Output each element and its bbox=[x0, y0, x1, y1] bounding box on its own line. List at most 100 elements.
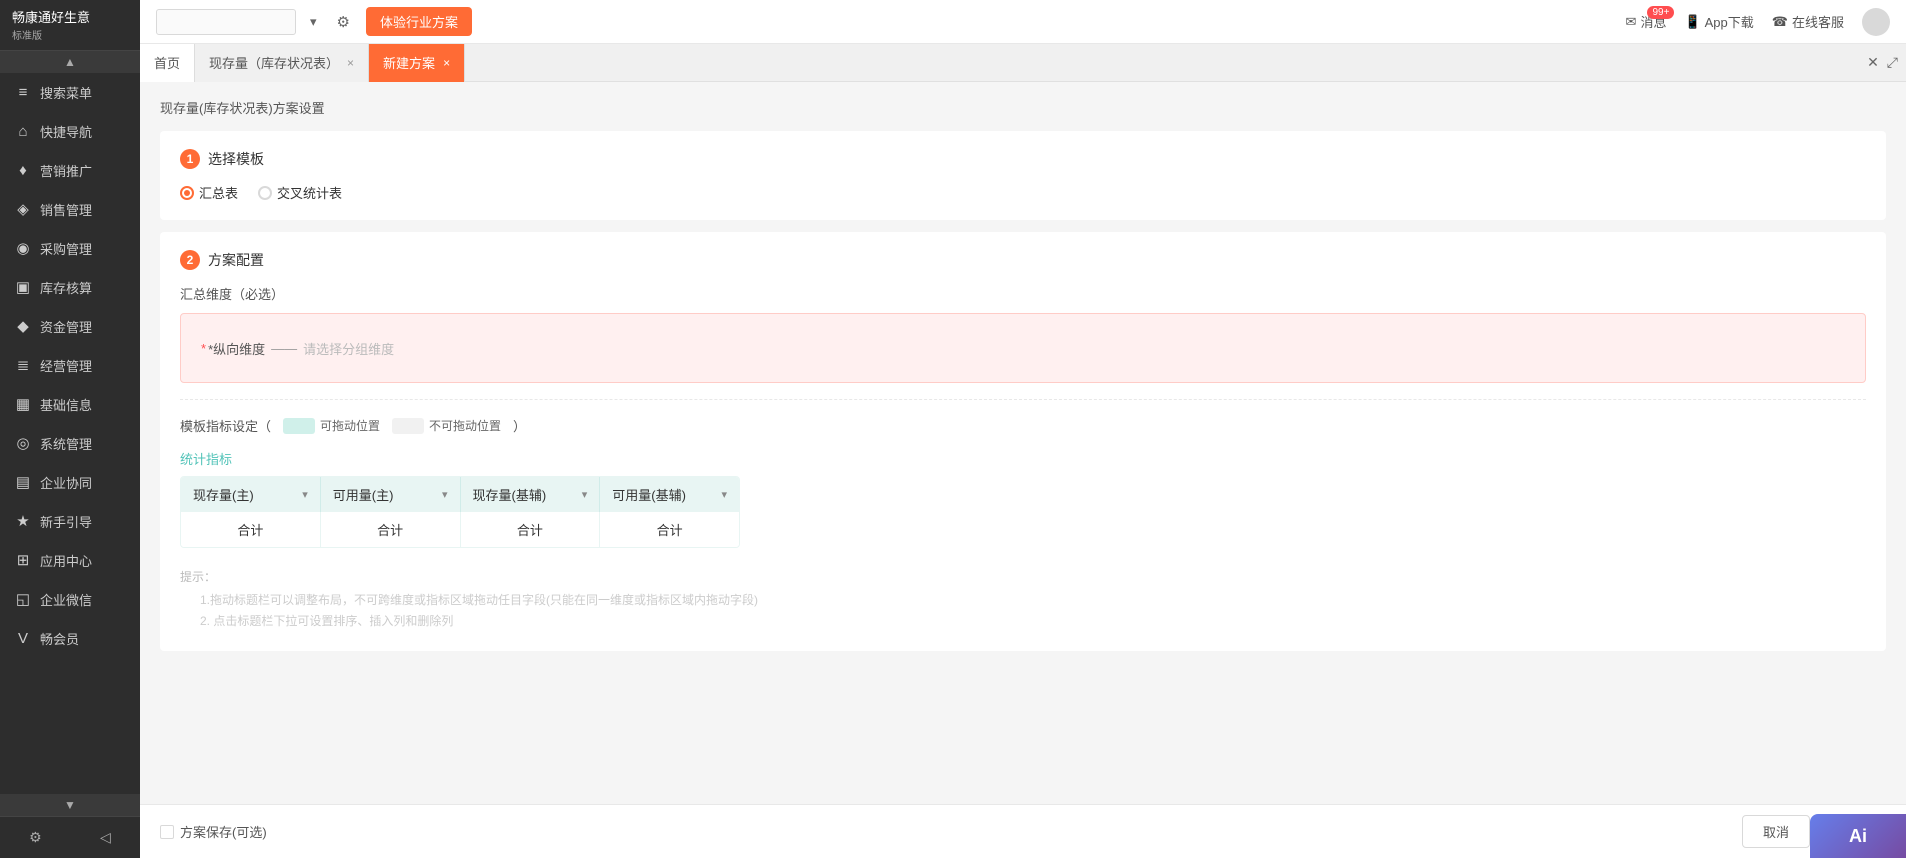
message-icon: ✉ bbox=[1626, 14, 1637, 30]
summary-dim-label: 汇总维度（必选） bbox=[180, 284, 1866, 303]
sidebar-label-corp: 企业协同 bbox=[40, 473, 92, 492]
sidebar-label-quicknav: 快捷导航 bbox=[40, 122, 92, 141]
save-checkbox-box[interactable] bbox=[160, 825, 174, 839]
draggable-box bbox=[283, 418, 315, 434]
vertical-dim-box[interactable]: * *纵向维度 —— 请选择分组维度 bbox=[180, 313, 1866, 383]
sidebar-item-system[interactable]: ◎ 系统管理 bbox=[0, 424, 140, 463]
tab-close-all-icon[interactable]: ✕ bbox=[1867, 54, 1879, 71]
ai-float-button[interactable]: Ai bbox=[1810, 814, 1906, 858]
topbar-online-service[interactable]: ☎ 在线客服 bbox=[1772, 12, 1844, 31]
col-available-aux-chevron[interactable]: ▾ bbox=[721, 488, 727, 501]
draggable-badge: 可拖动位置 bbox=[283, 417, 380, 434]
save-plan-checkbox[interactable]: 方案保存(可选) bbox=[160, 822, 267, 841]
sidebar: 畅康通好生意 标准版 ▲ ≡ 搜索菜单 ⌂ 快捷导航 ♦ 营销推广 ◈ 销售管理… bbox=[0, 0, 140, 858]
sidebar-item-purchase[interactable]: ◉ 采购管理 bbox=[0, 229, 140, 268]
sidebar-scroll-down[interactable]: ▼ bbox=[0, 794, 140, 816]
corp-icon: ▤ bbox=[14, 473, 32, 491]
app-download-icon: 📱 bbox=[1684, 14, 1700, 30]
col-current-aux[interactable]: 现存量(基辅) ▾ bbox=[461, 477, 601, 512]
required-star: * bbox=[201, 341, 206, 356]
tips-text-2: 2. 点击标题栏下拉可设置排序、插入列和删除列 bbox=[200, 612, 453, 629]
cell-current-main: 合计 bbox=[181, 512, 321, 547]
sales-icon: ◈ bbox=[14, 200, 32, 218]
tab-expand-icon[interactable]: ⤢ bbox=[1887, 54, 1898, 71]
col-available-main[interactable]: 可用量(主) ▾ bbox=[321, 477, 461, 512]
wechat-icon: ◱ bbox=[14, 590, 32, 608]
sidebar-label-wechat: 企业微信 bbox=[40, 590, 92, 609]
tabs-bar: 首页 现存量（库存状况表） × 新建方案 × ✕ ⤢ bbox=[140, 44, 1906, 82]
tab-inventory-close-icon[interactable]: × bbox=[347, 56, 354, 70]
indicator-setting: 模板指标设定（ 可拖动位置 不可拖动位置 ） bbox=[180, 416, 1866, 435]
step2-title: 方案配置 bbox=[208, 250, 264, 270]
tab-inventory-status[interactable]: 现存量（库存状况表） × bbox=[195, 44, 369, 82]
sidebar-item-operations[interactable]: ≣ 经营管理 bbox=[0, 346, 140, 385]
vertical-dim-label: *纵向维度 bbox=[208, 339, 265, 358]
finance-icon: ◆ bbox=[14, 317, 32, 335]
col-current-main-chevron[interactable]: ▾ bbox=[302, 488, 308, 501]
col-current-aux-label: 现存量(基辅) bbox=[473, 485, 547, 504]
tab-new-plan-close-icon[interactable]: × bbox=[443, 56, 450, 70]
col-current-main[interactable]: 现存量(主) ▾ bbox=[181, 477, 321, 512]
sidebar-label-basic: 基础信息 bbox=[40, 395, 92, 414]
tab-inventory-label: 现存量（库存状况表） bbox=[209, 53, 339, 72]
purchase-icon: ◉ bbox=[14, 239, 32, 257]
col-available-aux-label: 可用量(基辅) bbox=[612, 485, 686, 504]
not-draggable-badge: 不可拖动位置 bbox=[392, 417, 501, 434]
sidebar-speaker-button[interactable]: ◁ bbox=[92, 825, 119, 850]
step2-badge: 2 bbox=[180, 250, 200, 270]
bottom-bar: 方案保存(可选) 取消 查询 bbox=[140, 804, 1906, 858]
member-icon: V bbox=[14, 630, 32, 647]
col-available-main-chevron[interactable]: ▾ bbox=[442, 488, 448, 501]
sidebar-item-newbie[interactable]: ★ 新手引导 bbox=[0, 502, 140, 541]
sidebar-label-operations: 经营管理 bbox=[40, 356, 92, 375]
sidebar-item-quicknav[interactable]: ⌂ 快捷导航 bbox=[0, 112, 140, 151]
col-available-aux[interactable]: 可用量(基辅) ▾ bbox=[600, 477, 739, 512]
step1-badge: 1 bbox=[180, 149, 200, 169]
sidebar-item-apps[interactable]: ⊞ 应用中心 bbox=[0, 541, 140, 580]
sidebar-label-inventory: 库存核算 bbox=[40, 278, 92, 297]
topbar-trial-button[interactable]: 体验行业方案 bbox=[366, 7, 472, 36]
radio-cross[interactable]: 交叉统计表 bbox=[258, 183, 342, 202]
vertical-dim-dash: —— bbox=[271, 341, 297, 356]
sidebar-item-inventory[interactable]: ▣ 库存核算 bbox=[0, 268, 140, 307]
service-icon: ☎ bbox=[1772, 14, 1788, 30]
sidebar-settings-button[interactable]: ⚙ bbox=[21, 825, 50, 850]
sidebar-logo-name: 畅康通好生意 bbox=[12, 10, 128, 27]
col-current-main-label: 现存量(主) bbox=[193, 485, 254, 504]
basic-icon: ▦ bbox=[14, 395, 32, 413]
sidebar-scroll-up[interactable]: ▲ bbox=[0, 51, 140, 73]
cell-current-aux: 合计 bbox=[461, 512, 601, 547]
operations-icon: ≣ bbox=[14, 356, 32, 374]
tab-new-plan[interactable]: 新建方案 × bbox=[369, 44, 465, 82]
topbar-avatar[interactable] bbox=[1862, 8, 1890, 36]
topbar-app-download[interactable]: 📱 App下载 bbox=[1684, 12, 1753, 31]
sidebar-label-finance: 资金管理 bbox=[40, 317, 92, 336]
sidebar-item-finance[interactable]: ◆ 资金管理 bbox=[0, 307, 140, 346]
topbar-messages[interactable]: ✉ 消息 99+ bbox=[1626, 12, 1667, 31]
topbar-gear-icon[interactable]: ⚙ bbox=[331, 11, 356, 33]
service-label: 在线客服 bbox=[1792, 12, 1844, 31]
tips-box: 提示： 1.拖动标题栏可以调整布局，不可跨维度或指标区域拖动任目字段(只能在同一… bbox=[180, 568, 1866, 629]
section-divider bbox=[180, 399, 1866, 400]
sidebar-item-marketing[interactable]: ♦ 营销推广 bbox=[0, 151, 140, 190]
tab-home[interactable]: 首页 bbox=[140, 44, 195, 82]
sidebar-item-sales[interactable]: ◈ 销售管理 bbox=[0, 190, 140, 229]
topbar-dropdown-icon[interactable]: ▾ bbox=[306, 12, 321, 32]
sidebar-bottom: ⚙ ◁ bbox=[0, 816, 140, 858]
indicator-setting-close: ） bbox=[513, 416, 526, 435]
col-current-aux-chevron[interactable]: ▾ bbox=[582, 488, 588, 501]
sidebar-item-corp[interactable]: ▤ 企业协同 bbox=[0, 463, 140, 502]
sidebar-item-search[interactable]: ≡ 搜索菜单 bbox=[0, 73, 140, 112]
sidebar-item-basic[interactable]: ▦ 基础信息 bbox=[0, 385, 140, 424]
cell-available-main: 合计 bbox=[321, 512, 461, 547]
topbar-search-input[interactable] bbox=[156, 9, 296, 35]
sidebar-item-wechat[interactable]: ◱ 企业微信 bbox=[0, 580, 140, 619]
radio-summary[interactable]: 汇总表 bbox=[180, 183, 238, 202]
sidebar-label-marketing: 营销推广 bbox=[40, 161, 92, 180]
cancel-button[interactable]: 取消 bbox=[1742, 815, 1810, 848]
tips-item-1: 1.拖动标题栏可以调整布局，不可跨维度或指标区域拖动任目字段(只能在同一维度或指… bbox=[180, 591, 1866, 608]
save-plan-label: 方案保存(可选) bbox=[180, 822, 267, 841]
indicator-setting-label: 模板指标设定（ bbox=[180, 416, 271, 435]
stats-label: 统计指标 bbox=[180, 449, 1866, 468]
sidebar-item-member[interactable]: V 畅会员 bbox=[0, 619, 140, 658]
